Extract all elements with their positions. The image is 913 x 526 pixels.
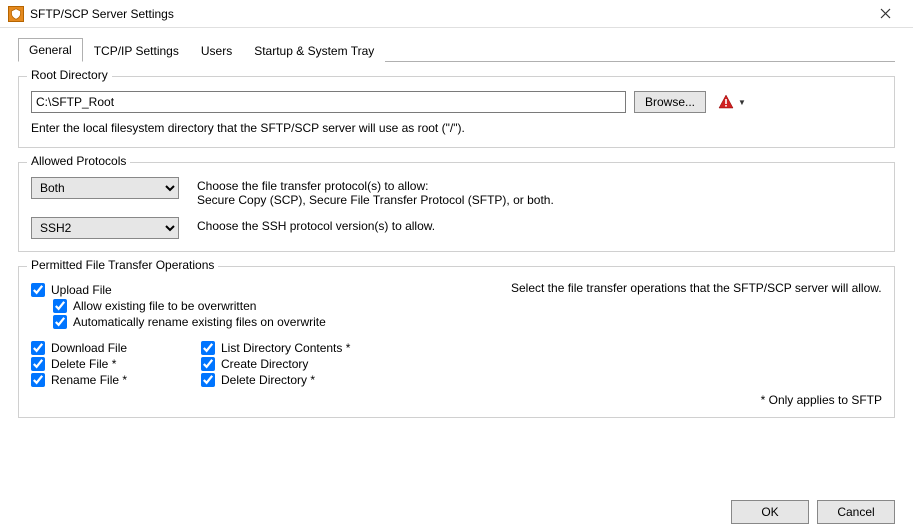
root-hint: Enter the local filesystem directory tha… [31,121,882,135]
ssh-desc: Choose the SSH protocol version(s) to al… [197,217,435,233]
group-root-directory: Root Directory Browse... ▼ Enter the loc… [18,76,895,148]
transfer-protocol-select[interactable]: Both [31,177,179,199]
ck-create-directory-label: Create Directory [221,357,308,371]
tab-general[interactable]: General [18,38,83,62]
window-title: SFTP/SCP Server Settings [30,7,865,21]
ck-delete-file-input[interactable] [31,357,45,371]
warning-icon [718,94,734,110]
browse-button[interactable]: Browse... [634,91,706,113]
ck-delete-directory-input[interactable] [201,373,215,387]
ck-upload-file[interactable]: Upload File [31,283,471,297]
ck-allow-overwrite[interactable]: Allow existing file to be overwritten [53,299,471,313]
ck-rename-file[interactable]: Rename File * [31,373,201,387]
cancel-button[interactable]: Cancel [817,500,895,524]
ck-upload-file-label: Upload File [51,283,112,297]
group-permitted-ops: Permitted File Transfer Operations Uploa… [18,266,895,418]
group-allowed-protocols: Allowed Protocols Both Choose the file t… [18,162,895,252]
ck-delete-directory-label: Delete Directory * [221,373,315,387]
chevron-down-icon: ▼ [738,98,746,107]
tab-tcpip[interactable]: TCP/IP Settings [83,39,190,62]
group-legend-root: Root Directory [27,68,112,82]
ck-delete-file[interactable]: Delete File * [31,357,201,371]
ck-upload-file-input[interactable] [31,283,45,297]
tab-users[interactable]: Users [190,39,243,62]
close-button[interactable] [865,0,905,28]
ck-allow-overwrite-label: Allow existing file to be overwritten [73,299,256,313]
group-legend-ops: Permitted File Transfer Operations [27,258,218,272]
ck-delete-directory[interactable]: Delete Directory * [201,373,371,387]
ssh-version-select[interactable]: SSH2 [31,217,179,239]
ck-download-file-input[interactable] [31,341,45,355]
ck-auto-rename-label: Automatically rename existing files on o… [73,315,326,329]
ck-download-file[interactable]: Download File [31,341,201,355]
ck-list-directory-input[interactable] [201,341,215,355]
transfer-desc-line1: Choose the file transfer protocol(s) to … [197,179,554,193]
ck-allow-overwrite-input[interactable] [53,299,67,313]
root-path-input[interactable] [31,91,626,113]
ck-rename-file-label: Rename File * [51,373,127,387]
dialog-footer: OK Cancel [731,500,895,524]
ck-rename-file-input[interactable] [31,373,45,387]
group-legend-protocols: Allowed Protocols [27,154,130,168]
ck-list-directory[interactable]: List Directory Contents * [201,341,371,355]
app-icon [8,6,24,22]
warning-dropdown[interactable]: ▼ [714,94,750,110]
titlebar: SFTP/SCP Server Settings [0,0,913,28]
ck-auto-rename-input[interactable] [53,315,67,329]
ck-create-directory[interactable]: Create Directory [201,357,371,371]
ck-delete-file-label: Delete File * [51,357,116,371]
ops-note: * Only applies to SFTP [761,393,882,407]
tab-strip: General TCP/IP Settings Users Startup & … [18,38,895,62]
tab-startup[interactable]: Startup & System Tray [243,39,385,62]
ck-auto-rename[interactable]: Automatically rename existing files on o… [53,315,471,329]
transfer-protocol-desc: Choose the file transfer protocol(s) to … [197,177,554,207]
ck-list-directory-label: List Directory Contents * [221,341,350,355]
ck-download-file-label: Download File [51,341,127,355]
transfer-desc-line2: Secure Copy (SCP), Secure File Transfer … [197,193,554,207]
ok-button[interactable]: OK [731,500,809,524]
ck-create-directory-input[interactable] [201,357,215,371]
ops-side-text: Select the file transfer operations that… [471,281,882,331]
